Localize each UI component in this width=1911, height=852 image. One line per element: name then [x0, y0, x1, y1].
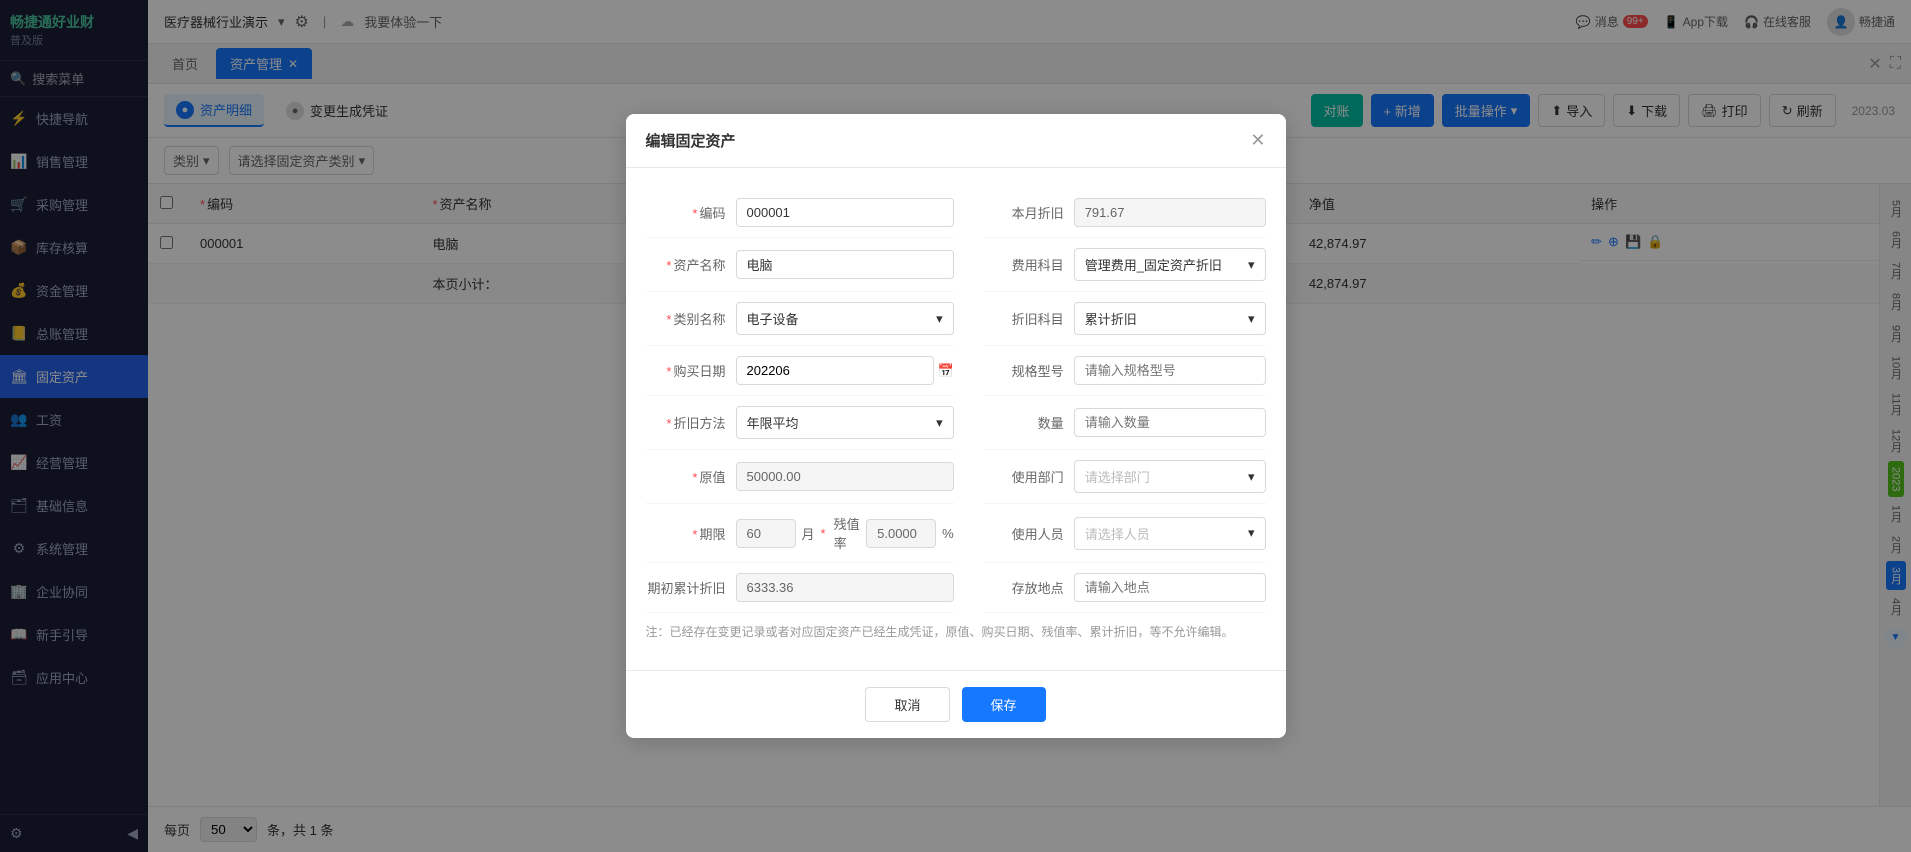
dep-subject-chevron-icon: ▾: [1248, 311, 1255, 327]
form-row-storage-location: 存放地点: [984, 563, 1266, 613]
use-department-label: 使用部门: [984, 467, 1074, 486]
period-value: 月 * 残值率 %: [736, 514, 954, 552]
use-person-placeholder: 请选择人员: [1085, 524, 1150, 543]
form-row-category: *类别名称 电子设备 ▾: [646, 292, 954, 346]
use-department-placeholder: 请选择部门: [1085, 467, 1150, 486]
asset-name-value: [736, 250, 954, 279]
initial-acc-dep-label: 期初累计折旧: [646, 578, 736, 597]
modal-body: *编码 本月折旧 *资产名称: [626, 168, 1286, 670]
dep-subject-select[interactable]: 累计折旧 ▾: [1074, 302, 1266, 335]
this-month-dep-label: 本月折旧: [984, 203, 1074, 222]
original-value-input: [736, 462, 954, 491]
modal-header: 编辑固定资产 ✕: [626, 114, 1286, 168]
form-grid: *编码 本月折旧 *资产名称: [646, 188, 1266, 650]
use-department-chevron-icon: ▾: [1248, 469, 1255, 485]
form-row-original-value: *原值: [646, 450, 954, 504]
quantity-input[interactable]: [1074, 408, 1266, 437]
initial-acc-dep-value: [736, 573, 954, 602]
category-select[interactable]: 电子设备 ▾: [736, 302, 954, 335]
form-row-use-person: 使用人员 请选择人员 ▾: [984, 504, 1266, 563]
code-input[interactable]: [736, 198, 954, 227]
quantity-label: 数量: [984, 413, 1074, 432]
form-row-expense-subject: 费用科目 管理费用_固定资产折旧 ▾: [984, 238, 1266, 292]
form-row-purchase-date: *购买日期 📅: [646, 346, 954, 396]
purchase-date-input[interactable]: [736, 356, 934, 385]
period-input: [736, 519, 796, 548]
purchase-date-label: *购买日期: [646, 361, 736, 380]
storage-location-value: [1074, 573, 1266, 602]
dep-method-select[interactable]: 年限平均 ▾: [736, 406, 954, 439]
purchase-date-value: 📅: [736, 356, 954, 385]
modal-title: 编辑固定资产: [646, 130, 736, 151]
use-department-value: 请选择部门 ▾: [1074, 460, 1266, 493]
expense-subject-text: 管理费用_固定资产折旧: [1085, 255, 1222, 274]
form-row-asset-name: *资产名称: [646, 238, 954, 292]
period-row: 月 * 残值率 %: [736, 514, 954, 552]
form-note: 注：已经存在变更记录或者对应固定资产已经生成凭证，原值、购买日期、残值率、累计折…: [646, 613, 1266, 650]
period-label: *期限: [646, 524, 736, 543]
use-person-label: 使用人员: [984, 524, 1074, 543]
dep-method-label: *折旧方法: [646, 413, 736, 432]
form-row-dep-subject: 折旧科目 累计折旧 ▾: [984, 292, 1266, 346]
residual-rate-unit-label: %: [942, 526, 954, 541]
spec-model-label: 规格型号: [984, 361, 1074, 380]
original-value-value: [736, 462, 954, 491]
date-wrap: 📅: [736, 356, 954, 385]
use-department-select[interactable]: 请选择部门 ▾: [1074, 460, 1266, 493]
expense-subject-value: 管理费用_固定资产折旧 ▾: [1074, 248, 1266, 281]
dep-method-text: 年限平均: [747, 413, 799, 432]
category-text: 电子设备: [747, 309, 799, 328]
residual-rate-label: 残值率: [834, 514, 861, 552]
date-picker-icon[interactable]: 📅: [934, 363, 954, 379]
form-note-text: 注：已经存在变更记录或者对应固定资产已经生成凭证，原值、购买日期、残值率、累计折…: [646, 625, 1234, 639]
dep-subject-value: 累计折旧 ▾: [1074, 302, 1266, 335]
spec-model-value: [1074, 356, 1266, 385]
form-row-initial-acc-dep: 期初累计折旧: [646, 563, 954, 613]
storage-location-input[interactable]: [1074, 573, 1266, 602]
modal-overlay: 编辑固定资产 ✕ *编码 本月折旧: [0, 0, 1911, 852]
asset-name-input[interactable]: [736, 250, 954, 279]
form-row-use-department: 使用部门 请选择部门 ▾: [984, 450, 1266, 504]
period-unit-label: 月: [802, 524, 815, 543]
dep-method-chevron-icon: ▾: [936, 415, 943, 431]
code-value: [736, 198, 954, 227]
dep-subject-text: 累计折旧: [1085, 309, 1137, 328]
residual-rate-input: [866, 519, 936, 548]
original-value-label: *原值: [646, 467, 736, 486]
category-value: 电子设备 ▾: [736, 302, 954, 335]
edit-asset-modal: 编辑固定资产 ✕ *编码 本月折旧: [626, 114, 1286, 738]
quantity-value: [1074, 408, 1266, 437]
form-row-this-month-dep: 本月折旧: [984, 188, 1266, 238]
code-label: *编码: [646, 203, 736, 222]
dep-method-value: 年限平均 ▾: [736, 406, 954, 439]
modal-footer: 取消 保存: [626, 670, 1286, 738]
use-person-chevron-icon: ▾: [1248, 525, 1255, 541]
this-month-dep-input: [1074, 198, 1266, 227]
form-row-spec-model: 规格型号: [984, 346, 1266, 396]
form-row-code: *编码: [646, 188, 954, 238]
expense-subject-chevron-icon: ▾: [1248, 257, 1255, 273]
save-button[interactable]: 保存: [962, 687, 1046, 722]
form-row-period: *期限 月 * 残值率 %: [646, 504, 954, 563]
asset-name-label: *资产名称: [646, 255, 736, 274]
initial-acc-dep-input: [736, 573, 954, 602]
cancel-button[interactable]: 取消: [865, 687, 949, 722]
form-row-dep-method: *折旧方法 年限平均 ▾: [646, 396, 954, 450]
dep-subject-label: 折旧科目: [984, 309, 1074, 328]
this-month-dep-value: [1074, 198, 1266, 227]
storage-location-label: 存放地点: [984, 578, 1074, 597]
category-label: *类别名称: [646, 309, 736, 328]
residual-rate-star: *: [821, 526, 826, 541]
use-person-select[interactable]: 请选择人员 ▾: [1074, 517, 1266, 550]
modal-close-button[interactable]: ✕: [1250, 130, 1265, 151]
expense-subject-select[interactable]: 管理费用_固定资产折旧 ▾: [1074, 248, 1266, 281]
spec-model-input[interactable]: [1074, 356, 1266, 385]
category-chevron-icon: ▾: [936, 311, 943, 327]
expense-subject-label: 费用科目: [984, 255, 1074, 274]
form-row-quantity: 数量: [984, 396, 1266, 450]
use-person-value: 请选择人员 ▾: [1074, 517, 1266, 550]
